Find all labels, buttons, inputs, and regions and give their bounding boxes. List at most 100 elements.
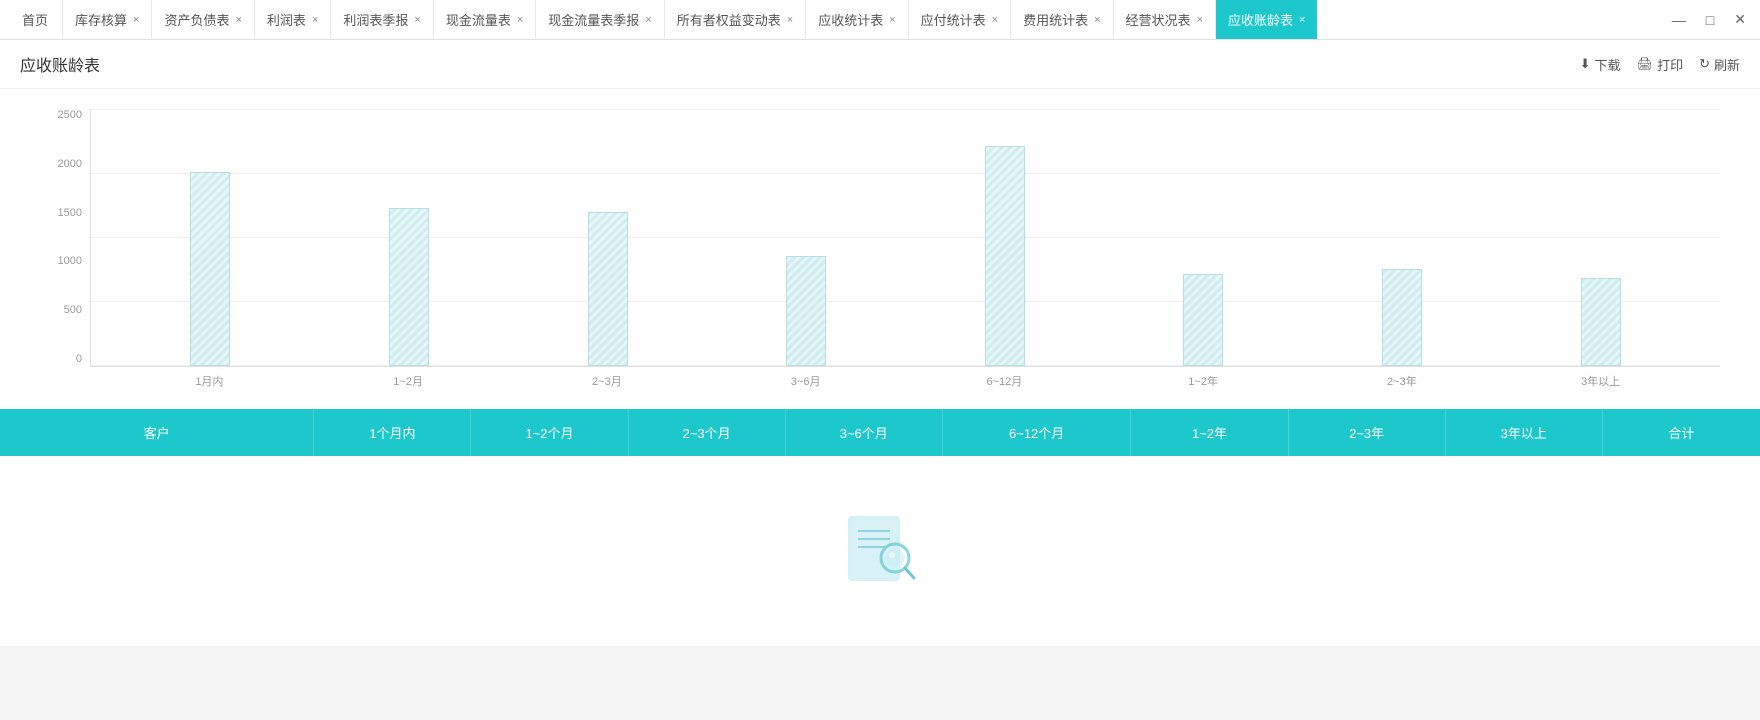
tab-expense-stat[interactable]: 费用统计表× [1011,0,1113,40]
table-header-cell: 6~12个月 [943,409,1132,456]
tab-label: 所有者权益变动表 [677,10,781,29]
tab-bar: 首页 库存核算×资产负债表×利润表×利润表季报×现金流量表×现金流量表季报×所有… [0,0,1760,40]
chart-area: 2500 2000 1500 1000 500 0 1月内 1~2月 2~3月 3~6月 6~12… [0,89,1760,409]
table-header-cell: 3年以上 [1446,409,1603,456]
tab-close-cashflow[interactable]: × [517,14,523,26]
refresh-label: 刷新 [1714,55,1740,74]
home-tab-label: 首页 [22,10,48,29]
bar-group [1581,278,1621,366]
bar [1581,278,1621,366]
tab-close-profit-quarterly[interactable]: × [414,14,420,26]
maximize-button[interactable]: □ [1700,8,1720,32]
x-axis-label: 6~12月 [984,373,1024,389]
tab-inventory[interactable]: 库存核算 × [63,0,152,40]
bar [389,208,429,366]
table-header-cell: 1~2年 [1131,409,1288,456]
bar [588,212,628,366]
x-axis-label: 1月内 [189,373,229,389]
bar [190,172,230,366]
tab-profit[interactable]: 利润表× [255,0,331,40]
y-axis-label: 1500 [58,207,82,219]
tab-close-cashflow-quarterly[interactable]: × [645,14,651,26]
bar-group [1183,274,1223,366]
tab-close-expense-stat[interactable]: × [1094,14,1100,26]
x-axis-label: 2~3年 [1382,373,1422,389]
page-header: 应收账龄表 ⬇ 下载 🖨 打印 ↻ 刷新 [0,40,1760,89]
table-header: 客户1个月内1~2个月2~3个月3~6个月6~12个月1~2年2~3年3年以上合… [0,409,1760,456]
x-labels: 1月内 1~2月 2~3月 3~6月 6~12月 1~2年 2~3年 3年以上 [90,367,1720,389]
bar-group [786,256,826,366]
bar-group [1382,269,1422,366]
bar [786,256,826,366]
tab-receivable-stat[interactable]: 应收统计表 × [806,0,908,40]
print-label: 打印 [1657,55,1683,74]
tab-aging[interactable]: 应收账龄表 × [1216,0,1318,40]
bar-chart: 2500 2000 1500 1000 500 0 1月内 1~2月 2~3月 3~6月 6~12… [40,109,1720,389]
y-axis-label: 500 [64,304,82,316]
tab-close-profit[interactable]: × [312,14,318,26]
table-header-cell: 客户 [0,409,314,456]
tab-label: 库存核算 [75,10,127,29]
y-axis-label: 1000 [58,255,82,267]
table-header-cell: 1~2个月 [471,409,628,456]
header-actions: ⬇ 下载 🖨 打印 ↻ 刷新 [1580,55,1740,74]
tab-profit-quarterly[interactable]: 利润表季报 × [331,0,433,40]
x-axis-label: 1~2月 [388,373,428,389]
tab-close-equity[interactable]: × [787,14,793,26]
table-header-cell: 2~3年 [1289,409,1446,456]
tab-label: 利润表季报 [343,10,408,29]
tab-label: 应收统计表 [818,10,883,29]
chart-body: 1月内 1~2月 2~3月 3~6月 6~12月 1~2年 2~3年 3年以上 [90,109,1720,389]
tab-payable-stat[interactable]: 应付统计表× [909,0,1011,40]
tab-label: 经营状况表 [1126,10,1191,29]
tab-operation[interactable]: 经营状况表 × [1114,0,1216,40]
table-header-cell: 1个月内 [314,409,471,456]
download-button[interactable]: ⬇ 下载 [1580,55,1621,74]
tab-bar-actions: — □ ✕ [1666,7,1752,32]
x-axis-label: 3~6月 [786,373,826,389]
page-title: 应收账龄表 [20,52,100,76]
minimize-button[interactable]: — [1666,8,1692,32]
tab-cashflow[interactable]: 现金流量表 × [434,0,536,40]
table-header-cell: 2~3个月 [629,409,786,456]
tab-cashflow-quarterly[interactable]: 现金流量表季报× [536,0,664,40]
tab-close-operation[interactable]: × [1197,14,1203,26]
main-content: 2500 2000 1500 1000 500 0 1月内 1~2月 2~3月 3~6月 6~12… [0,89,1760,646]
empty-state [810,486,950,616]
empty-illustration [830,506,930,596]
y-axis-label: 0 [76,353,82,365]
x-axis-label: 1~2年 [1183,373,1223,389]
x-axis-label: 2~3月 [587,373,627,389]
tab-home[interactable]: 首页 [8,0,63,40]
y-axis: 2500 2000 1500 1000 500 0 [40,109,90,389]
tab-label: 应收账龄表 [1228,10,1293,29]
y-axis-label: 2500 [58,109,82,121]
bar-group [389,208,429,366]
bar [985,146,1025,366]
refresh-icon: ↻ [1699,56,1710,72]
tab-close-aging[interactable]: × [1299,14,1305,26]
y-axis-label: 2000 [58,158,82,170]
close-button[interactable]: ✕ [1728,7,1752,32]
tab-close-receivable-stat[interactable]: × [889,14,895,26]
print-button[interactable]: 🖨 打印 [1637,55,1684,74]
print-icon: 🖨 [1637,56,1654,72]
tab-close-balance-sheet[interactable]: × [235,14,241,26]
table-header-cell: 合计 [1603,409,1760,456]
chart-container: 2500 2000 1500 1000 500 0 1月内 1~2月 2~3月 3~6月 6~12… [40,109,1720,389]
table-section: 客户1个月内1~2个月2~3个月3~6个月6~12个月1~2年2~3年3年以上合… [0,409,1760,646]
tab-equity[interactable]: 所有者权益变动表 × [665,0,806,40]
table-header-cell: 3~6个月 [786,409,943,456]
bar [1382,269,1422,366]
tab-balance-sheet[interactable]: 资产负债表× [152,0,254,40]
table-body [0,456,1760,646]
x-axis-label: 3年以上 [1581,373,1621,389]
bar [1183,274,1223,366]
tab-close-payable-stat[interactable]: × [992,14,998,26]
refresh-button[interactable]: ↻ 刷新 [1699,55,1740,74]
chart-plot [90,109,1720,367]
bar-group [985,146,1025,366]
tab-label: 现金流量表 [446,10,511,29]
download-label: 下载 [1595,55,1621,74]
tab-close-inventory[interactable]: × [133,14,139,26]
